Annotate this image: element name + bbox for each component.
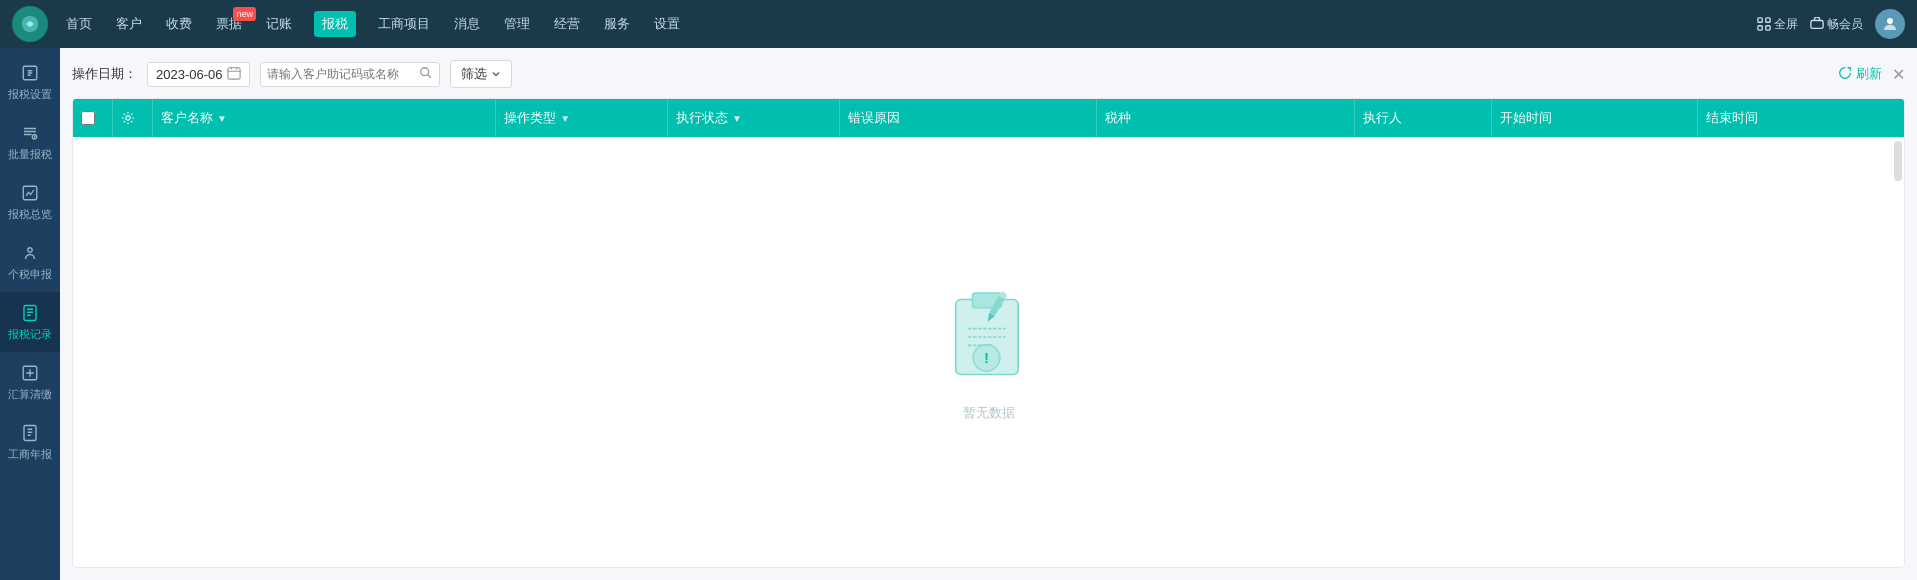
tax-record-icon [19,302,41,324]
membership-button[interactable]: 畅会员 [1810,16,1863,33]
membership-label: 畅会员 [1827,16,1863,33]
toolbar: 操作日期： 2023-06-06 筛选 [72,60,1905,88]
date-picker[interactable]: 2023-06-06 [147,62,250,87]
refresh-label: 刷新 [1856,65,1882,83]
nav-operation[interactable]: 经营 [552,11,582,37]
svg-rect-2 [1758,26,1762,30]
data-table: 客户名称 ▼ 操作类型 ▼ 执行状态 ▼ 错误原因 税种 执 [72,98,1905,568]
th-settings[interactable] [113,99,153,137]
close-button[interactable]: ✕ [1892,65,1905,84]
svg-point-9 [28,248,33,253]
sidebar: 报税设置 批量报税 报税总览 个税申报 报税记录 [0,48,60,580]
table-header: 客户名称 ▼ 操作类型 ▼ 执行状态 ▼ 错误原因 税种 执 [73,99,1904,137]
fullscreen-button[interactable]: 全屏 [1757,16,1798,33]
th-operation-type: 操作类型 ▼ [496,99,668,137]
nav-service[interactable]: 服务 [602,11,632,37]
sort-icon-operation[interactable]: ▼ [560,113,570,124]
user-avatar[interactable] [1875,9,1905,39]
refresh-button[interactable]: 刷新 [1838,65,1882,83]
select-all-checkbox[interactable] [81,111,95,125]
sidebar-item-personal-tax[interactable]: 个税申报 [0,232,60,292]
th-error-reason: 错误原因 [840,99,1098,137]
chevron-down-icon [491,67,501,82]
personal-tax-icon [19,242,41,264]
svg-rect-4 [1811,21,1823,29]
svg-point-15 [126,116,130,120]
settlement-icon [19,362,41,384]
svg-text:!: ! [984,349,989,366]
nav-home[interactable]: 首页 [64,11,94,37]
sidebar-label-tax-overview: 报税总览 [8,207,52,222]
tax-overview-icon [19,182,41,204]
right-tools: 全屏 畅会员 [1757,9,1905,39]
refresh-icon [1838,66,1852,83]
batch-tax-icon [19,122,41,144]
app-logo[interactable] [12,6,48,42]
sidebar-label-batch-tax: 批量报税 [8,147,52,162]
sidebar-label-annual-report: 工商年报 [8,447,52,462]
th-customer-name: 客户名称 ▼ [153,99,496,137]
annual-report-icon [19,422,41,444]
nav-customer[interactable]: 客户 [114,11,144,37]
sidebar-item-batch-tax[interactable]: 批量报税 [0,112,60,172]
sidebar-item-tax-settings[interactable]: 报税设置 [0,52,60,112]
empty-text: 暂无数据 [963,404,1015,422]
nav-ticket[interactable]: 票据 new [214,11,244,37]
search-input[interactable] [267,67,415,81]
svg-point-14 [420,67,428,75]
main-wrapper: 报税设置 批量报税 报税总览 个税申报 报税记录 [0,48,1917,580]
calendar-icon [227,66,241,83]
search-icon [419,66,433,83]
svg-rect-12 [24,426,36,441]
top-navigation: 首页 客户 收费 票据 new 记账 报税 工商项目 消息 管理 经营 服务 设… [0,0,1917,48]
sidebar-item-tax-overview[interactable]: 报税总览 [0,172,60,232]
sidebar-item-tax-record[interactable]: 报税记录 [0,292,60,352]
th-start-time: 开始时间 [1492,99,1698,137]
svg-rect-13 [227,67,239,78]
nav-accounting[interactable]: 记账 [264,11,294,37]
th-exec-status: 执行状态 ▼ [668,99,840,137]
th-executor: 执行人 [1355,99,1492,137]
sidebar-item-annual-report[interactable]: 工商年报 [0,412,60,472]
svg-point-5 [1887,18,1893,24]
nav-tax[interactable]: 报税 [314,11,356,37]
sidebar-label-settlement: 汇算清缴 [8,387,52,402]
sidebar-label-tax-settings: 报税设置 [8,87,52,102]
svg-rect-3 [1766,26,1770,30]
date-label: 操作日期： [72,65,137,83]
date-value: 2023-06-06 [156,67,223,82]
new-badge: new [233,7,256,21]
th-tax-type: 税种 [1097,99,1355,137]
sidebar-item-settlement[interactable]: 汇算清缴 [0,352,60,412]
table-body: ! 暂无数据 [73,137,1904,567]
sidebar-label-tax-record: 报税记录 [8,327,52,342]
tax-settings-icon [19,62,41,84]
empty-state: ! 暂无数据 [939,282,1039,422]
sort-icon-status[interactable]: ▼ [732,113,742,124]
nav-business[interactable]: 工商项目 [376,11,432,37]
th-checkbox[interactable] [73,99,113,137]
filter-button[interactable]: 筛选 [450,60,512,88]
search-box[interactable] [260,62,440,87]
nav-items: 首页 客户 收费 票据 new 记账 报税 工商项目 消息 管理 经营 服务 设… [64,11,1757,37]
empty-clipboard-icon: ! [939,282,1039,392]
content-area: 操作日期： 2023-06-06 筛选 [60,48,1917,580]
svg-rect-10 [24,306,36,321]
sort-icon-customer[interactable]: ▼ [217,113,227,124]
svg-rect-0 [1758,18,1762,22]
sidebar-label-personal-tax: 个税申报 [8,267,52,282]
nav-message[interactable]: 消息 [452,11,482,37]
table-scrollbar[interactable] [1894,141,1902,181]
svg-rect-1 [1766,18,1770,22]
filter-label: 筛选 [461,65,487,83]
th-end-time: 结束时间 [1698,99,1904,137]
fullscreen-label: 全屏 [1774,16,1798,33]
nav-manage[interactable]: 管理 [502,11,532,37]
nav-fee[interactable]: 收费 [164,11,194,37]
nav-settings[interactable]: 设置 [652,11,682,37]
